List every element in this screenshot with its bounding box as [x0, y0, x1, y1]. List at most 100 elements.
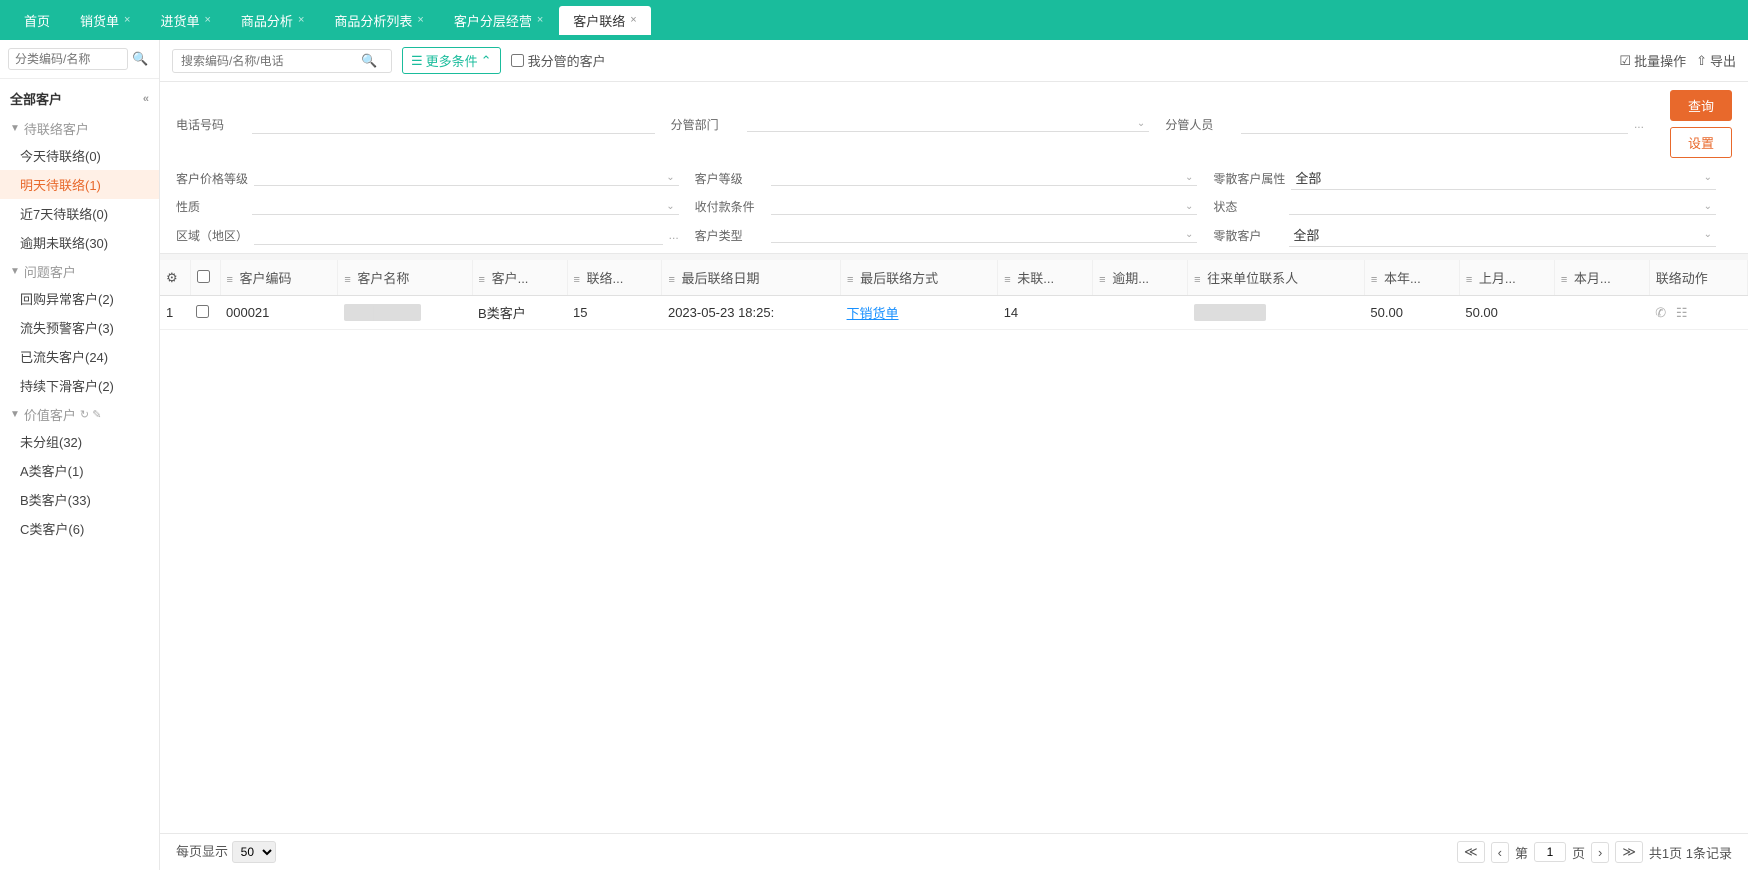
filter-phone-input[interactable]	[252, 115, 655, 134]
nav-purchase[interactable]: 进货单 ×	[146, 6, 224, 35]
col-unit-contact[interactable]: ≡ 往来单位联系人	[1188, 260, 1365, 296]
pagination: ≪ ‹ 第 页 › ≫ 共1页 1条记录	[1457, 841, 1732, 863]
sidebar-all-customers[interactable]: 全部客户 «	[0, 83, 159, 114]
sidebar-item-declining[interactable]: 持续下滑客户(2)	[0, 371, 159, 400]
masked-contact: ████	[1194, 304, 1267, 321]
filter-retail-attr-select[interactable]: 全部 ⌄	[1291, 166, 1716, 190]
cell-last-method[interactable]: 下销货单	[841, 296, 998, 330]
sidebar-item-churned[interactable]: 已流失客户(24)	[0, 342, 159, 371]
filter-person-dots[interactable]: ...	[1634, 117, 1644, 131]
col-checkbox[interactable]	[190, 260, 220, 296]
customer-table: ⚙ ≡ 客户编码 ≡ 客户名称	[160, 260, 1748, 330]
select-all-checkbox[interactable]	[197, 270, 210, 283]
page-number-input[interactable]	[1534, 842, 1566, 862]
col-this-year[interactable]: ≡ 本年...	[1364, 260, 1459, 296]
col-customer-code[interactable]: ≡ 客户编码	[220, 260, 338, 296]
filter-icon: ☰	[411, 53, 423, 69]
my-customers-checkbox-label[interactable]: 我分管的客户	[511, 51, 606, 70]
sidebar-pending-group: ▼ 待联络客户	[0, 114, 159, 141]
filter-row-1: 电话号码 分管部门 ⌄ 分管人员 ... 查询 设置	[176, 90, 1732, 158]
more-filter-button[interactable]: ☰ 更多条件 ⌃	[402, 47, 501, 74]
filter-customer-level-select[interactable]: ⌄	[771, 170, 1198, 186]
filter-payment-select[interactable]: ⌄	[771, 199, 1198, 215]
col-last-contact-method[interactable]: ≡ 最后联络方式	[841, 260, 998, 296]
nav-close-contact[interactable]: ×	[630, 14, 636, 26]
sidebar-problem-group: ▼ 问题客户	[0, 257, 159, 284]
filter-price-level-select[interactable]: ⌄	[254, 170, 679, 186]
row-checkbox[interactable]	[196, 305, 209, 318]
sidebar-item-today-contact[interactable]: 今天待联络(0)	[0, 141, 159, 170]
last-page-button[interactable]: ≫	[1615, 841, 1643, 863]
filter-person-input[interactable]	[1241, 115, 1628, 134]
nav-close-product-analysis[interactable]: ×	[298, 14, 304, 26]
cell-last-date: 2023-05-23 18:25:	[662, 296, 841, 330]
first-page-button[interactable]: ≪	[1457, 841, 1485, 863]
nav-product-analysis-list[interactable]: 商品分析列表 ×	[320, 6, 437, 35]
filter-nature-select[interactable]: ⌄	[252, 199, 679, 215]
export-button[interactable]: ⇧ 导出	[1696, 51, 1736, 70]
query-button[interactable]: 查询	[1670, 90, 1732, 121]
cell-type: B类客户	[472, 296, 567, 330]
filter-region-dots[interactable]: ...	[669, 228, 679, 242]
sidebar-item-a-class[interactable]: A类客户(1)	[0, 456, 159, 485]
retail-chevron-icon: ⌄	[1704, 229, 1712, 240]
filter-retail-attr: 零散客户属性 全部 ⌄	[1213, 166, 1732, 190]
nav-sales-order[interactable]: 销货单 ×	[66, 6, 144, 35]
col-last-contact-date[interactable]: ≡ 最后联络日期	[662, 260, 841, 296]
search-box[interactable]: 🔍	[172, 49, 392, 73]
sidebar-item-abnormal[interactable]: 回购异常客户(2)	[0, 284, 159, 313]
filter-retail-select[interactable]: 全部 ⌄	[1289, 223, 1716, 247]
batch-operation-button[interactable]: ☑ 批量操作	[1619, 51, 1686, 70]
nav-customer-contact[interactable]: 客户联络 ×	[559, 6, 650, 35]
filter-payment: 收付款条件 ⌄	[695, 198, 1214, 215]
nav-product-analysis[interactable]: 商品分析 ×	[227, 6, 318, 35]
filter-row-4: 区域（地区） ... 客户类型 ⌄ 零散客户 全部 ⌄	[176, 223, 1732, 247]
action-phone-icon[interactable]: ✆	[1655, 305, 1666, 320]
sidebar-item-unclassified[interactable]: 未分组(32)	[0, 427, 159, 456]
nav-close-segmentation[interactable]: ×	[537, 14, 543, 26]
col-sort-icon-3: ≡	[479, 274, 485, 286]
sidebar-section-all: 全部客户 « ▼ 待联络客户 今天待联络(0) 明天待联络(1) 近7天待联络(…	[0, 79, 159, 547]
filter-dept-select[interactable]: ⌄	[747, 116, 1150, 132]
sidebar-item-overdue-contact[interactable]: 逾期未联络(30)	[0, 228, 159, 257]
nav-close-purchase[interactable]: ×	[204, 14, 210, 26]
prev-page-button[interactable]: ‹	[1491, 842, 1509, 863]
col-this-month[interactable]: ≡ 本月...	[1554, 260, 1649, 296]
next-page-button[interactable]: ›	[1591, 842, 1609, 863]
sidebar-item-c-class[interactable]: C类客户(6)	[0, 514, 159, 543]
sidebar-search-input[interactable]	[8, 48, 128, 70]
col-last-month[interactable]: ≡ 上月...	[1459, 260, 1554, 296]
sidebar-search-icon[interactable]: 🔍	[132, 51, 148, 67]
sidebar-item-b-class[interactable]: B类客户(33)	[0, 485, 159, 514]
toolbar-search-icon[interactable]: 🔍	[361, 53, 377, 69]
cell-unit-contact: ████	[1188, 296, 1365, 330]
nav-close-sales[interactable]: ×	[124, 14, 130, 26]
reset-button[interactable]: 设置	[1670, 127, 1732, 158]
settings-icon[interactable]: ⚙	[166, 270, 178, 285]
page-size-select[interactable]: 50	[232, 841, 276, 863]
nav-customer-segmentation[interactable]: 客户分层经营 ×	[440, 6, 557, 35]
cell-checkbox[interactable]	[190, 296, 220, 330]
col-customer-type[interactable]: ≡ 客户...	[472, 260, 567, 296]
filter-phone: 电话号码	[176, 115, 671, 134]
col-unlinkable[interactable]: ≡ 未联...	[998, 260, 1093, 296]
filter-price-level: 客户价格等级 ⌄	[176, 170, 695, 187]
nav-close-product-list[interactable]: ×	[417, 14, 423, 26]
sidebar-item-week-contact[interactable]: 近7天待联络(0)	[0, 199, 159, 228]
filter-customer-type-select[interactable]: ⌄	[771, 227, 1198, 243]
filter-status-select[interactable]: ⌄	[1289, 199, 1716, 215]
sidebar-item-tomorrow-contact[interactable]: 明天待联络(1)	[0, 170, 159, 199]
col-settings[interactable]: ⚙	[160, 260, 190, 296]
sidebar-item-at-risk[interactable]: 流失预警客户(3)	[0, 313, 159, 342]
cell-last-month: 50.00	[1459, 296, 1554, 330]
my-customers-checkbox[interactable]	[511, 54, 524, 67]
filter-region-input[interactable]	[254, 226, 663, 245]
col-overdue[interactable]: ≡ 逾期...	[1093, 260, 1188, 296]
nav-home[interactable]: 首页	[10, 6, 64, 35]
action-more-icon[interactable]: ☷	[1676, 305, 1688, 320]
dept-chevron-icon: ⌄	[1137, 118, 1145, 129]
col-customer-name[interactable]: ≡ 客户名称	[338, 260, 472, 296]
col-action: 联络动作	[1649, 260, 1747, 296]
col-contact-count[interactable]: ≡ 联络...	[567, 260, 662, 296]
search-input[interactable]	[181, 54, 361, 68]
